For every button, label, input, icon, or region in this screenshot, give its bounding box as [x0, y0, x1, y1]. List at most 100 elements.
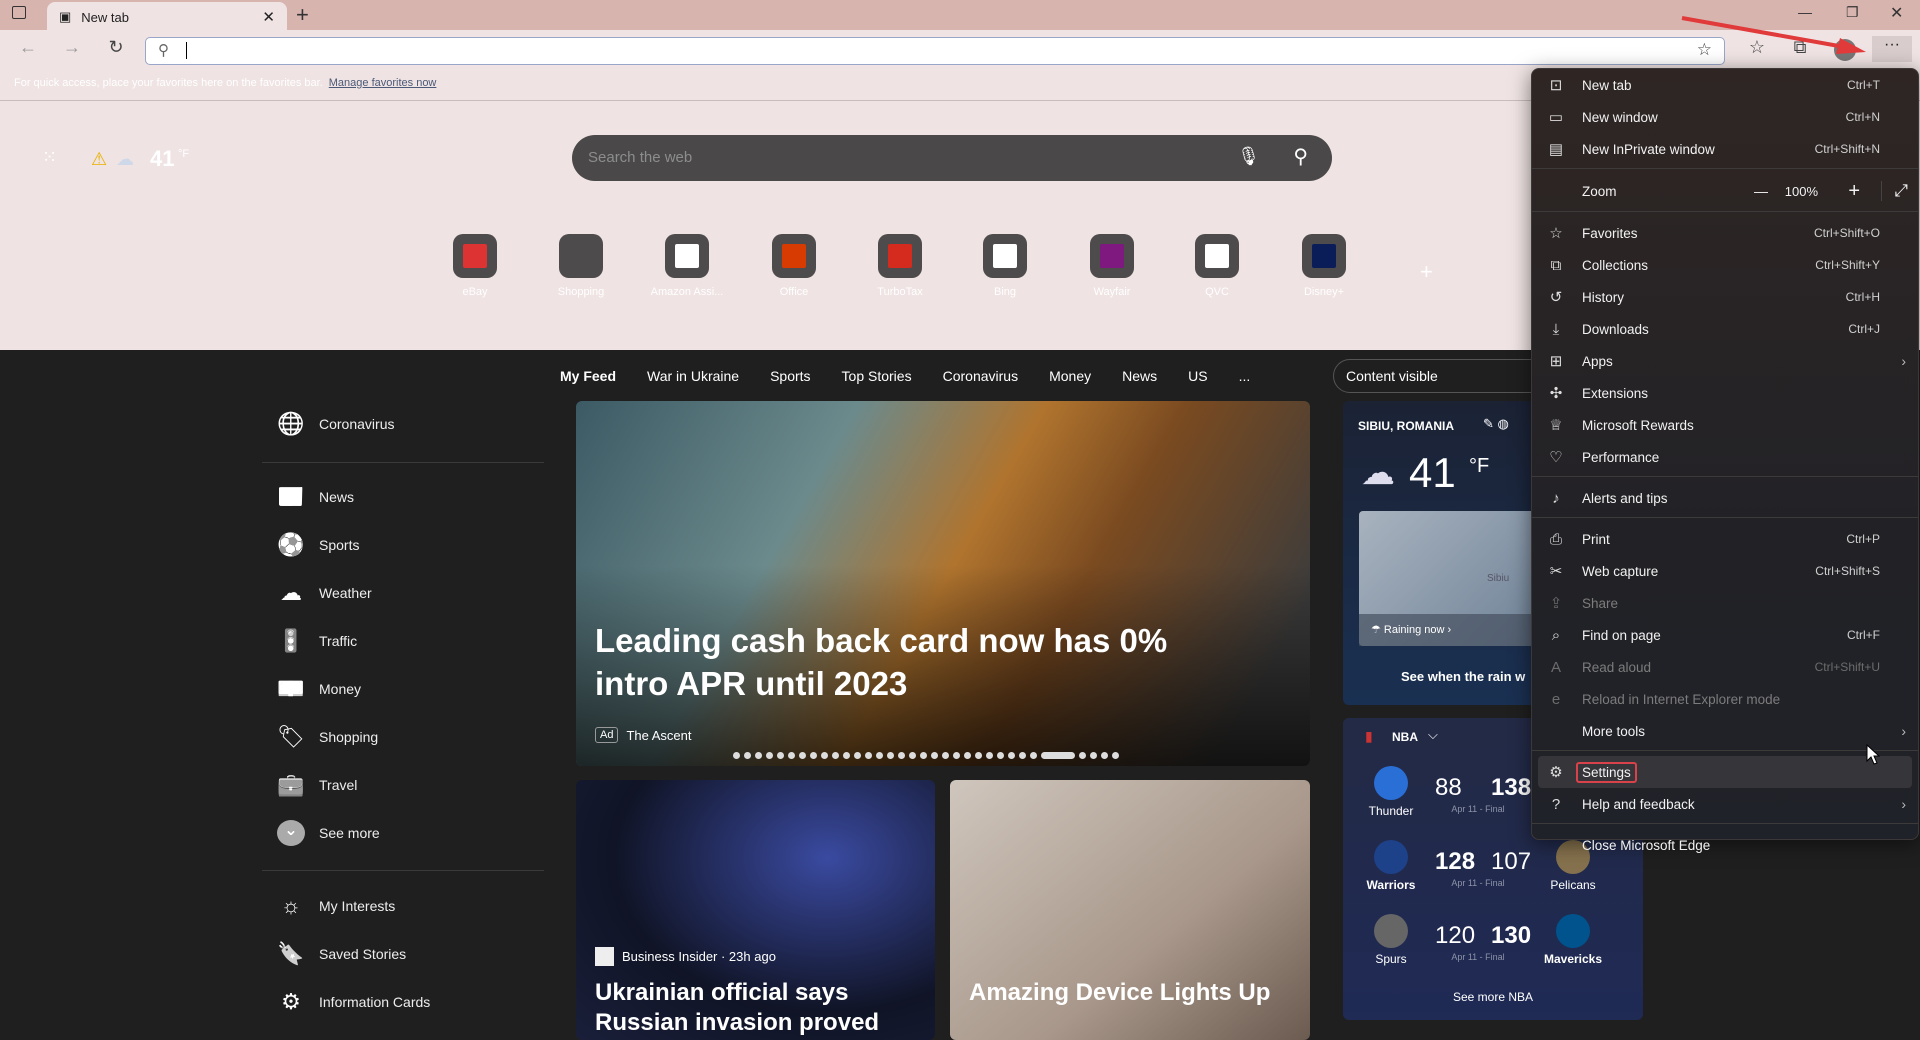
feed-tab[interactable]: Money — [1049, 368, 1091, 384]
carousel-dot[interactable] — [1008, 752, 1015, 759]
feed-tab[interactable]: Coronavirus — [943, 368, 1018, 384]
menu-item-downloads[interactable]: ⤓ Downloads Ctrl+J — [1532, 313, 1918, 345]
carousel-dot[interactable] — [975, 752, 982, 759]
close-tab-icon[interactable]: ✕ — [262, 8, 275, 26]
menu-item-close-microsoft-edge[interactable]: Close Microsoft Edge — [1532, 829, 1918, 861]
menu-item-new-inprivate-window[interactable]: ▤ New InPrivate window Ctrl+Shift+N — [1532, 133, 1918, 165]
carousel-dot[interactable] — [920, 752, 927, 759]
carousel-dot[interactable] — [898, 752, 905, 759]
quick-link-7[interactable]: QVC — [1172, 234, 1262, 298]
raining-now-link[interactable]: ☂ Raining now › — [1359, 614, 1549, 646]
menu-item-extensions[interactable]: ✣ Extensions — [1532, 377, 1918, 409]
feed-tab[interactable]: ... — [1239, 368, 1251, 384]
menu-item-print[interactable]: ⎙ Print Ctrl+P — [1532, 523, 1918, 555]
add-quick-link-icon[interactable]: + — [1420, 259, 1433, 285]
feed-tab[interactable]: US — [1188, 368, 1207, 384]
new-tab-plus-icon[interactable]: + — [296, 2, 309, 28]
carousel-dot[interactable] — [931, 752, 938, 759]
menu-item-history[interactable]: ↺ History Ctrl+H — [1532, 281, 1918, 313]
carousel-dot[interactable] — [1090, 752, 1097, 759]
menu-item-help-and-feedback[interactable]: ? Help and feedback › — [1532, 788, 1918, 820]
web-search-box[interactable]: Search the web 🎙 ⚲ — [572, 135, 1332, 181]
menu-item-more-tools[interactable]: More tools › — [1532, 715, 1918, 747]
carousel-dot[interactable] — [788, 752, 795, 759]
carousel-dot[interactable] — [766, 752, 773, 759]
sidebar-item-weather[interactable]: ☁ Weather — [277, 580, 372, 606]
carousel-dot[interactable] — [942, 752, 949, 759]
menu-item-new-window[interactable]: ▭ New window Ctrl+N — [1532, 101, 1918, 133]
card-headline[interactable]: Ukrainian official says Russian invasion… — [595, 978, 925, 1040]
carousel-dot[interactable] — [777, 752, 784, 759]
carousel-dot[interactable] — [986, 752, 993, 759]
card-headline[interactable]: Amazing Device Lights Up — [969, 978, 1299, 1008]
menu-item-collections[interactable]: ⧉ Collections Ctrl+Shift+Y — [1532, 249, 1918, 281]
header-temperature[interactable]: 41 — [150, 146, 174, 172]
hero-card[interactable]: Leading cash back card now has 0% intro … — [576, 401, 1310, 766]
quick-link-6[interactable]: Wayfair — [1067, 234, 1157, 298]
close-window-icon[interactable]: ✕ — [1890, 3, 1903, 23]
sidebar-item-news[interactable]: 📰 News — [277, 484, 354, 510]
search-icon[interactable]: ⚲ — [1293, 144, 1308, 169]
feed-tab[interactable]: Top Stories — [842, 368, 912, 384]
microphone-icon[interactable]: 🎙 — [1237, 146, 1260, 167]
menu-item-find-on-page[interactable]: ⌕ Find on page Ctrl+F — [1532, 619, 1918, 651]
sidebar-item-see-more[interactable]: ⌄ See more — [277, 820, 380, 846]
refresh-icon[interactable]: ↻ — [104, 37, 128, 58]
sidebar-item-coronavirus[interactable]: 🌐 Coronavirus — [277, 411, 394, 437]
carousel-dot[interactable] — [876, 752, 883, 759]
quick-link-0[interactable]: eBay — [430, 234, 520, 298]
fullscreen-icon[interactable]: ⤢ — [1881, 181, 1908, 201]
carousel-dot[interactable] — [887, 752, 894, 759]
tab-actions-icon[interactable] — [12, 6, 26, 19]
app-launcher-icon[interactable]: ⁙ — [42, 147, 57, 168]
menu-item-alerts-and-tips[interactable]: ♪ Alerts and tips — [1532, 482, 1918, 514]
carousel-dot[interactable] — [854, 752, 861, 759]
carousel-dot[interactable] — [755, 752, 762, 759]
quick-link-2[interactable]: Amazon Assi... — [642, 234, 732, 298]
game-row[interactable]: Spurs 120 130 Apr 11 - Final Mavericks — [1343, 914, 1643, 974]
menu-item-web-capture[interactable]: ✂ Web capture Ctrl+Shift+S — [1532, 555, 1918, 587]
address-bar[interactable]: ⚲ ☆ — [145, 37, 1725, 65]
zoom-in-button[interactable]: + — [1848, 180, 1860, 203]
nba-title[interactable]: NBA — [1392, 730, 1418, 744]
carousel-dot[interactable] — [964, 752, 971, 759]
menu-item-settings[interactable]: ⚙ Settings — [1538, 756, 1912, 788]
carousel-dot[interactable] — [843, 752, 850, 759]
carousel-dot[interactable] — [1101, 752, 1108, 759]
carousel-dot[interactable] — [953, 752, 960, 759]
zoom-out-button[interactable]: — — [1754, 183, 1768, 199]
sidebar-item-money[interactable]: 💵 Money — [277, 676, 361, 702]
sidebar-item-travel[interactable]: 💼 Travel — [277, 772, 357, 798]
see-more-nba-link[interactable]: See more NBA — [1343, 990, 1643, 1004]
menu-item-apps[interactable]: ⊞ Apps › — [1532, 345, 1918, 377]
content-visibility-dropdown[interactable]: Content visible — [1333, 359, 1563, 393]
manage-favorites-link[interactable]: Manage favorites now — [329, 77, 437, 89]
carousel-dot[interactable] — [1079, 752, 1086, 759]
menu-item-favorites[interactable]: ☆ Favorites Ctrl+Shift+O — [1532, 217, 1918, 249]
carousel-dot[interactable] — [744, 752, 751, 759]
warning-icon[interactable]: ⚠ — [91, 149, 107, 170]
sidebar-item-saved-stories[interactable]: 🔖 Saved Stories — [277, 941, 406, 967]
news-card[interactable]: Amazing Device Lights Up — [950, 780, 1310, 1040]
edit-location-icon[interactable]: ✎ ◍ — [1483, 416, 1509, 432]
carousel-dot[interactable] — [997, 752, 1004, 759]
rain-forecast-link[interactable]: See when the rain w — [1401, 669, 1525, 684]
carousel-dot[interactable] — [909, 752, 916, 759]
carousel-dot[interactable] — [810, 752, 817, 759]
carousel-dot[interactable] — [821, 752, 828, 759]
carousel-dot[interactable] — [1041, 752, 1075, 759]
feed-tab[interactable]: War in Ukraine — [647, 368, 739, 384]
menu-item-performance[interactable]: ♡ Performance — [1532, 441, 1918, 473]
quick-link-5[interactable]: Bing — [960, 234, 1050, 298]
sidebar-item-shopping[interactable]: 🏷 Shopping — [277, 724, 378, 750]
sidebar-item-my-interests[interactable]: ☼ My Interests — [277, 893, 395, 919]
back-icon[interactable]: ← — [16, 37, 40, 58]
feed-tab[interactable]: Sports — [770, 368, 810, 384]
weather-map[interactable]: Sibiu ☂ Raining now › — [1359, 511, 1549, 646]
carousel-dot[interactable] — [832, 752, 839, 759]
sidebar-item-traffic[interactable]: 🚦 Traffic — [277, 628, 357, 654]
carousel-dot[interactable] — [733, 752, 740, 759]
carousel-dot[interactable] — [1112, 752, 1119, 759]
tab-new-tab[interactable]: ▣ New tab ✕ — [47, 2, 287, 32]
sidebar-item-information-cards[interactable]: ⚙ Information Cards — [277, 989, 430, 1015]
